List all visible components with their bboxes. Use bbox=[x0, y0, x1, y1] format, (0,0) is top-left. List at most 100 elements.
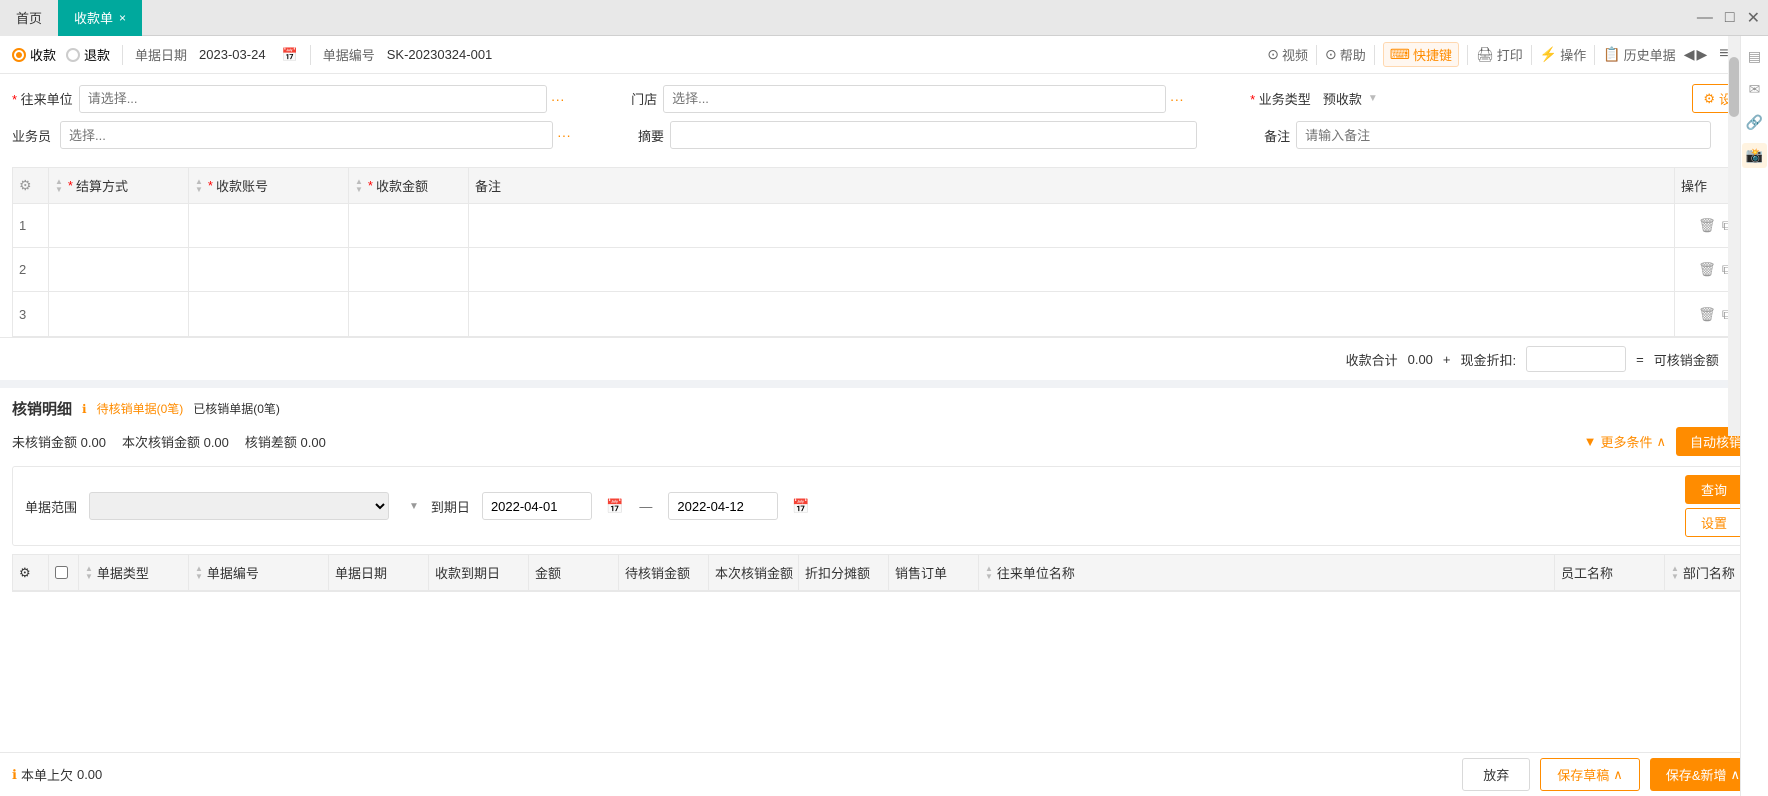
summary-input[interactable] bbox=[670, 121, 1197, 149]
notes-field: 备注 bbox=[1264, 121, 1711, 149]
sidebar-table-icon[interactable]: ▤ bbox=[1744, 44, 1765, 69]
save-btn-label: 保存&新增 bbox=[1666, 765, 1727, 784]
close-icon[interactable]: ✕ bbox=[1747, 8, 1760, 28]
diff-stat: 核销差额 0.00 bbox=[245, 432, 326, 451]
nav-next-icon[interactable]: ▶ bbox=[1696, 46, 1707, 63]
bth-checkbox[interactable] bbox=[49, 555, 79, 590]
footer-btns: 放弃 保存草稿 ∧ 保存&新增 ∧ bbox=[1462, 758, 1756, 791]
divider-2 bbox=[310, 45, 311, 65]
payment-table: ⚙ ▲▼ * 结算方式 ▲▼ * 收款账号 ▲▼ * 收款金额 备注 操作 bbox=[12, 167, 1756, 337]
bth-doc-type: ▲▼ 单据类型 bbox=[79, 555, 189, 590]
more-conditions-btn[interactable]: ▼ 更多条件 ∧ bbox=[1584, 432, 1666, 451]
select-all-checkbox[interactable] bbox=[55, 566, 68, 579]
sidebar-mail-icon[interactable]: ✉ bbox=[1745, 77, 1765, 102]
td-note-3[interactable] bbox=[469, 292, 1675, 336]
calendar-icon-3[interactable]: 📅 bbox=[792, 498, 809, 515]
maximize-icon[interactable]: □ bbox=[1725, 9, 1735, 27]
business-type-value[interactable]: 预收款 bbox=[1323, 89, 1362, 108]
history-icon: 📋 bbox=[1603, 46, 1620, 63]
delete-icon-1[interactable]: 🗑 bbox=[1698, 217, 1716, 234]
tab-home[interactable]: 首页 bbox=[0, 0, 58, 36]
bth-amount: 金额 bbox=[529, 555, 619, 590]
store-input[interactable] bbox=[663, 85, 1166, 113]
bth-settings[interactable]: ⚙ bbox=[13, 555, 49, 590]
hexiao-stats: 未核销金额 0.00 本次核销金额 0.00 核销差额 0.00 ▼ 更多条件 … bbox=[12, 427, 1756, 456]
date-value[interactable]: 2023-03-24 bbox=[199, 47, 266, 62]
td-note-2[interactable] bbox=[469, 248, 1675, 291]
scroll-thumb[interactable] bbox=[1729, 57, 1739, 117]
query-btn[interactable]: 查询 bbox=[1685, 475, 1743, 504]
bth-doc-date: 单据日期 bbox=[329, 555, 429, 590]
range-select[interactable] bbox=[89, 492, 389, 520]
scroll-track[interactable] bbox=[1728, 36, 1740, 436]
th-settings[interactable]: ⚙ bbox=[13, 168, 49, 203]
hexiao-title: 核销明细 bbox=[12, 398, 72, 419]
discount-input[interactable] bbox=[1526, 346, 1626, 372]
draft-btn[interactable]: 保存草稿 ∧ bbox=[1540, 758, 1640, 791]
bottom-gear-icon[interactable]: ⚙ bbox=[19, 565, 31, 581]
minimize-icon[interactable]: — bbox=[1697, 9, 1713, 27]
td-settlement-2[interactable] bbox=[49, 248, 189, 291]
tab-close-icon[interactable]: × bbox=[119, 11, 126, 25]
sidebar-camera-icon[interactable]: 📸 bbox=[1742, 143, 1767, 168]
notes-input[interactable] bbox=[1296, 121, 1711, 149]
counter-party-input[interactable] bbox=[79, 85, 547, 113]
pending-tag[interactable]: 待核销单据(0笔) bbox=[97, 400, 184, 417]
td-amount-3[interactable] bbox=[349, 292, 469, 336]
bth-employee: 员工名称 bbox=[1555, 555, 1665, 590]
discard-btn[interactable]: 放弃 bbox=[1462, 758, 1530, 791]
radio-shoukuan[interactable]: 收款 bbox=[12, 45, 56, 64]
td-settlement-3[interactable] bbox=[49, 292, 189, 336]
td-amount-1[interactable] bbox=[349, 204, 469, 247]
plus-sign: + bbox=[1443, 352, 1451, 367]
staff-more-btn[interactable]: ··· bbox=[557, 127, 571, 143]
calendar-icon-2[interactable]: 📅 bbox=[606, 498, 623, 515]
td-account-3[interactable] bbox=[189, 292, 349, 336]
counter-party-more-btn[interactable]: ··· bbox=[551, 91, 565, 107]
date-from-input[interactable] bbox=[482, 492, 592, 520]
discount-label: 现金折扣: bbox=[1461, 350, 1517, 369]
print-btn[interactable]: 🖨 打印 bbox=[1476, 45, 1523, 64]
divider-1 bbox=[122, 45, 123, 65]
sidebar-link-icon[interactable]: 🔗 bbox=[1742, 110, 1767, 135]
calendar-icon-1[interactable]: 📅 bbox=[282, 47, 298, 63]
td-note-1[interactable] bbox=[469, 204, 1675, 247]
shortcut-btn[interactable]: ⌨ 快捷键 bbox=[1383, 42, 1459, 67]
summary-row: 收款合计 0.00 + 现金折扣: = 可核销金额 0.00 bbox=[0, 337, 1768, 380]
td-account-1[interactable] bbox=[189, 204, 349, 247]
divider-4 bbox=[1374, 45, 1375, 65]
th-account: ▲▼ * 收款账号 bbox=[189, 168, 349, 203]
table-gear-icon[interactable]: ⚙ bbox=[19, 177, 32, 194]
staff-input[interactable] bbox=[60, 121, 553, 149]
td-settlement-1[interactable] bbox=[49, 204, 189, 247]
delete-icon-3[interactable]: 🗑 bbox=[1698, 306, 1716, 323]
nav-prev-icon[interactable]: ◀ bbox=[1684, 46, 1695, 63]
done-tag[interactable]: 已核销单据(0笔) bbox=[193, 400, 280, 417]
filter-row: 单据范围 ▼ 到期日 📅 — 📅 查询 设置 bbox=[12, 466, 1756, 546]
radio-shoukuan-dot bbox=[12, 48, 26, 62]
history-btn[interactable]: 📋 历史单据 bbox=[1603, 45, 1675, 64]
video-btn[interactable]: ⊙ 视频 bbox=[1267, 45, 1308, 64]
date-to-input[interactable] bbox=[668, 492, 778, 520]
hexiao-info-icon[interactable]: ℹ bbox=[82, 402, 87, 416]
store-more-btn[interactable]: ··· bbox=[1170, 91, 1184, 107]
help-btn[interactable]: ⊙ 帮助 bbox=[1325, 45, 1366, 64]
filter-settings-btn[interactable]: 设置 bbox=[1685, 508, 1743, 537]
summary-field: 摘要 bbox=[638, 121, 1197, 149]
divider-7 bbox=[1594, 45, 1595, 65]
business-type-field: 业务类型 预收款 ▼ bbox=[1250, 89, 1692, 108]
footer-spacer bbox=[0, 602, 1768, 646]
tab-active[interactable]: 收款单 × bbox=[58, 0, 142, 36]
delete-icon-2[interactable]: 🗑 bbox=[1698, 261, 1716, 278]
staff-field: 业务员 ··· bbox=[12, 121, 571, 149]
divider-5 bbox=[1467, 45, 1468, 65]
td-account-2[interactable] bbox=[189, 248, 349, 291]
footer-info-icon[interactable]: ℹ bbox=[12, 767, 17, 783]
divider-6 bbox=[1531, 45, 1532, 65]
divider-3 bbox=[1316, 45, 1317, 65]
operation-btn[interactable]: ⚡ 操作 bbox=[1540, 45, 1586, 64]
radio-tuikuan[interactable]: 退款 bbox=[66, 45, 110, 64]
net-label: 可核销金额 bbox=[1654, 350, 1719, 369]
td-amount-2[interactable] bbox=[349, 248, 469, 291]
bth-pending-amount: 待核销金额 bbox=[619, 555, 709, 590]
